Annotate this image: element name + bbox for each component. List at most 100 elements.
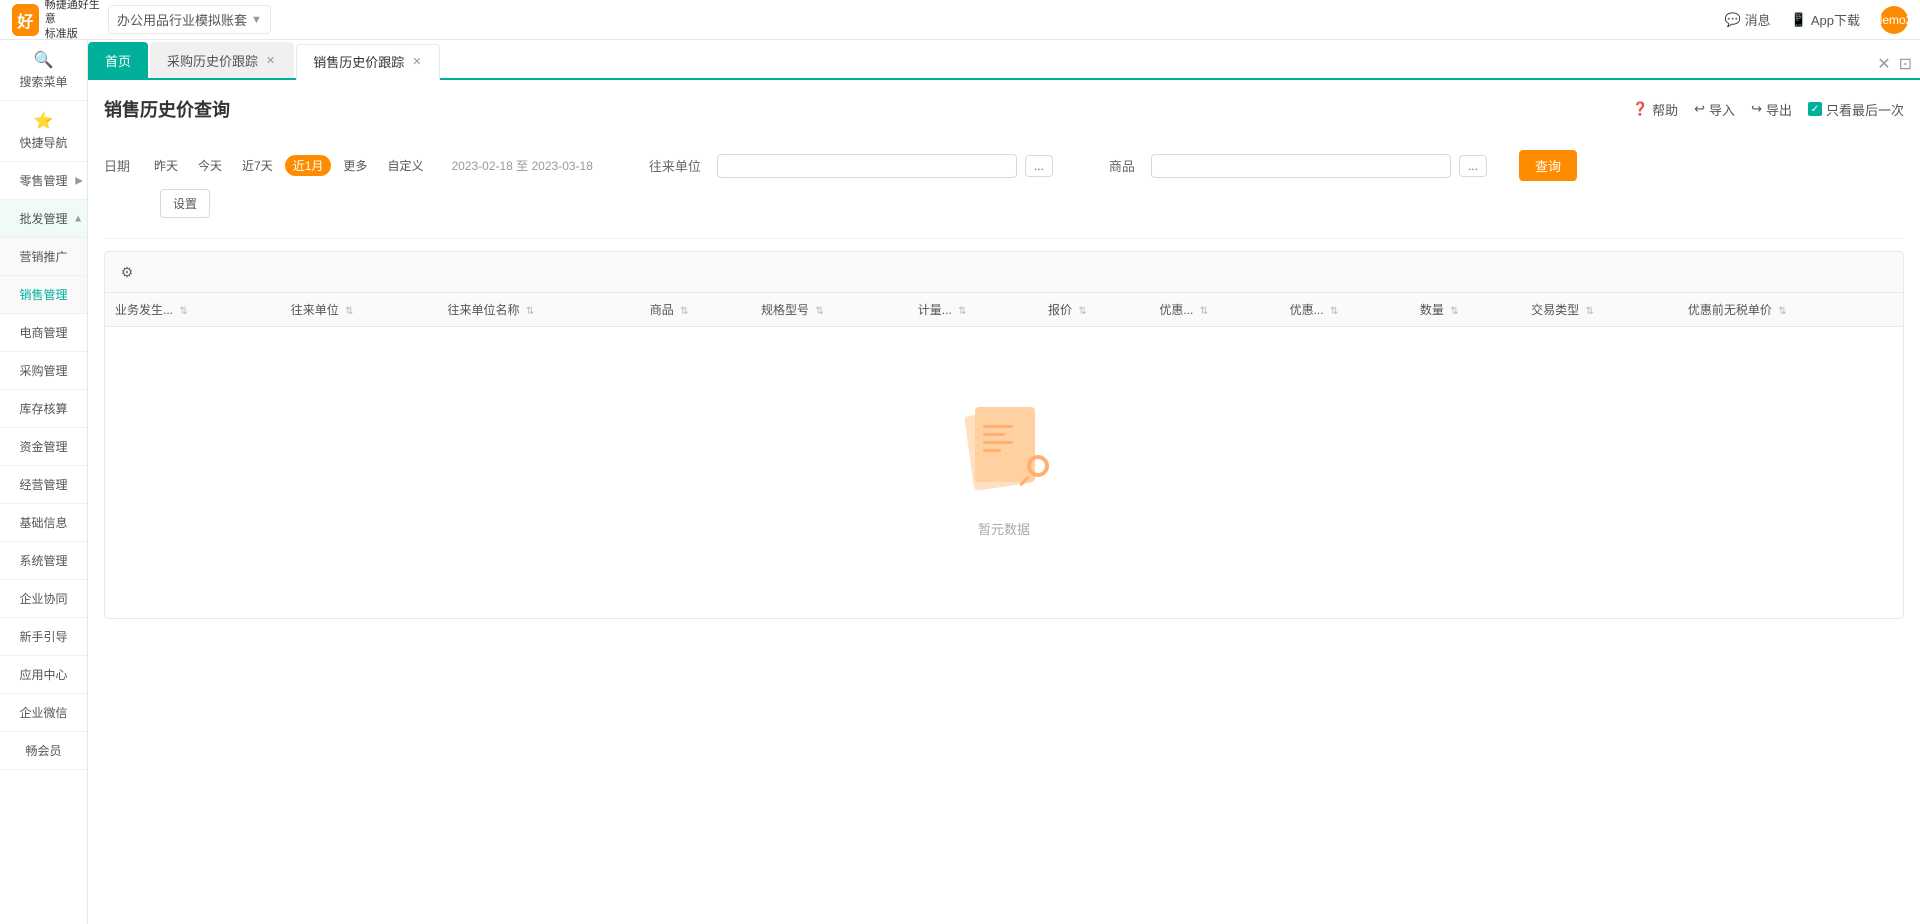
col-partner-name[interactable]: 往来单位名称 ⇅ — [437, 293, 639, 327]
magnifier-icon — [1017, 455, 1049, 487]
date-range-display: 2023-02-18 至 2023-03-18 — [451, 157, 592, 174]
help-btn[interactable]: ❓ 帮助 — [1632, 100, 1678, 119]
partner-input[interactable] — [717, 154, 1017, 178]
partner-filter-label: 往来单位 — [649, 156, 701, 175]
tab-bar-actions: ✕ ⊡ — [1877, 54, 1920, 78]
magnifier-circle — [1027, 455, 1049, 477]
sort-icon: ⇅ — [1450, 306, 1458, 317]
query-button[interactable]: 查询 — [1519, 150, 1577, 181]
close-tab-purchase-icon[interactable]: ✕ — [264, 54, 277, 67]
sidebar-item-member[interactable]: 畅会员 — [0, 732, 87, 770]
sidebar-item-retail[interactable]: 零售管理 ▶ — [0, 162, 87, 200]
sort-icon: ⇅ — [680, 306, 688, 317]
user-avatar-btn[interactable]: demo2 — [1880, 6, 1908, 34]
data-table: 业务发生... ⇅ 往来单位 ⇅ 往来单位名称 ⇅ — [105, 293, 1903, 327]
doc-line-4 — [983, 449, 1001, 452]
doc-line-1 — [983, 425, 1013, 428]
maximize-icon[interactable]: ⊡ — [1899, 54, 1912, 74]
date-opt-last7days[interactable]: 近7天 — [234, 155, 281, 176]
sidebar-item-ecommerce[interactable]: 电商管理 — [0, 314, 87, 352]
close-all-tabs-icon[interactable]: ✕ — [1877, 54, 1890, 74]
sort-icon: ⇅ — [815, 306, 823, 317]
partner-input-group: ... — [717, 154, 1053, 178]
empty-image — [959, 407, 1049, 487]
phone-icon: 📱 — [1791, 12, 1807, 28]
sidebar-item-wechat[interactable]: 企业微信 — [0, 694, 87, 732]
message-icon: 💬 — [1724, 12, 1740, 28]
account-selector[interactable]: 办公用品行业模拟账套 ▼ — [108, 5, 271, 34]
close-tab-sales-icon[interactable]: ✕ — [410, 55, 423, 68]
table-toolbar: ⚙ — [105, 252, 1903, 293]
goods-filter-label: 商品 — [1109, 156, 1135, 175]
sidebar-item-basics[interactable]: 基础信息 — [0, 504, 87, 542]
sidebar-item-marketing[interactable]: 营销推广 — [0, 238, 87, 276]
partner-ellipsis-btn[interactable]: ... — [1025, 155, 1053, 177]
tab-bar: 首页 采购历史价跟踪 ✕ 销售历史价跟踪 ✕ ✕ ⊡ — [88, 40, 1920, 80]
date-opt-custom[interactable]: 自定义 — [379, 155, 431, 176]
sort-icon: ⇅ — [1330, 306, 1338, 317]
empty-text: 暂元数据 — [978, 519, 1030, 538]
logo-icon: 好 — [12, 4, 39, 36]
sidebar-item-newbie[interactable]: 新手引导 — [0, 618, 87, 656]
sidebar-item-search[interactable]: 🔍 搜索菜单 — [0, 40, 87, 101]
date-opt-more[interactable]: 更多 — [335, 155, 375, 176]
empty-illustration — [944, 407, 1064, 507]
date-opt-last1month[interactable]: 近1月 — [285, 155, 332, 176]
sidebar-item-wholesale[interactable]: 批发管理 ▲ — [0, 200, 87, 238]
tab-home[interactable]: 首页 — [88, 42, 148, 78]
sort-icon: ⇅ — [1078, 306, 1086, 317]
sidebar-item-purchase[interactable]: 采购管理 — [0, 352, 87, 390]
message-btn[interactable]: 💬 消息 — [1724, 10, 1770, 29]
export-btn[interactable]: ↪ 导出 — [1751, 100, 1792, 119]
settings-button[interactable]: 设置 — [160, 189, 210, 218]
col-unit[interactable]: 计量... ⇅ — [908, 293, 1038, 327]
tab-purchase-history[interactable]: 采购历史价跟踪 ✕ — [150, 42, 294, 78]
quicknav-icon: ⭐ — [34, 111, 54, 131]
sort-icon: ⇅ — [345, 306, 353, 317]
col-partner-code[interactable]: 往来单位 ⇅ — [281, 293, 438, 327]
col-business-date[interactable]: 业务发生... ⇅ — [105, 293, 281, 327]
date-opt-today[interactable]: 今天 — [190, 155, 230, 176]
col-trade-type[interactable]: 交易类型 ⇅ — [1521, 293, 1678, 327]
sidebar-item-sales[interactable]: 销售管理 — [0, 276, 87, 314]
sidebar-item-system[interactable]: 系统管理 — [0, 542, 87, 580]
goods-input[interactable] — [1151, 154, 1451, 178]
sort-icon: ⇅ — [1778, 306, 1786, 317]
date-filter-label: 日期 — [104, 156, 130, 175]
sidebar-item-appstore[interactable]: 应用中心 — [0, 656, 87, 694]
col-quantity[interactable]: 数量 ⇅ — [1410, 293, 1521, 327]
sidebar-item-enterprise[interactable]: 企业协同 — [0, 580, 87, 618]
chevron-down-icon: ▼ — [251, 14, 262, 26]
doc-line-2 — [983, 433, 1005, 436]
col-spec[interactable]: 规格型号 ⇅ — [751, 293, 908, 327]
checkbox-icon: ✓ — [1808, 102, 1822, 116]
sort-icon: ⇅ — [179, 306, 187, 317]
table-settings-icon[interactable]: ⚙ — [113, 258, 141, 286]
data-table-container: ⚙ 业务发生... ⇅ 往来单位 ⇅ — [104, 251, 1904, 619]
sort-icon: ⇅ — [1586, 306, 1594, 317]
top-right-actions: 💬 消息 📱 App下载 demo2 — [1724, 6, 1908, 34]
only-last-checkbox[interactable]: ✓ 只看最后一次 — [1808, 100, 1904, 119]
col-goods[interactable]: 商品 ⇅ — [640, 293, 751, 327]
goods-ellipsis-btn[interactable]: ... — [1459, 155, 1487, 177]
app-download-btn[interactable]: 📱 App下载 — [1791, 10, 1860, 29]
col-discount1[interactable]: 优惠... ⇅ — [1149, 293, 1279, 327]
import-btn[interactable]: ↩ 导入 — [1694, 100, 1735, 119]
sort-icon: ⇅ — [1200, 306, 1208, 317]
page-header-actions: ❓ 帮助 ↩ 导入 ↪ 导出 ✓ 只看最后一次 — [1632, 100, 1904, 119]
sidebar-item-operation[interactable]: 经营管理 — [0, 466, 87, 504]
magnifier-handle — [1019, 476, 1030, 487]
sidebar: 🔍 搜索菜单 ⭐ 快捷导航 零售管理 ▶ 批发管理 ▲ 营销推广 销售管理 电商… — [0, 40, 88, 924]
page-content: 销售历史价查询 ❓ 帮助 ↩ 导入 ↪ 导出 ✓ — [88, 80, 1920, 924]
filter-area: 日期 昨天 今天 近7天 近1月 更多 自定义 2023-02-18 至 202… — [104, 138, 1904, 239]
sidebar-item-inventory[interactable]: 库存核算 — [0, 390, 87, 428]
sidebar-item-finance[interactable]: 资金管理 — [0, 428, 87, 466]
col-pretax-price[interactable]: 优惠前无税单价 ⇅ — [1678, 293, 1903, 327]
col-discount2[interactable]: 优惠... ⇅ — [1280, 293, 1410, 327]
date-opt-yesterday[interactable]: 昨天 — [146, 155, 186, 176]
sidebar-item-quicknav[interactable]: ⭐ 快捷导航 — [0, 101, 87, 162]
tab-sales-history[interactable]: 销售历史价跟踪 ✕ — [296, 44, 440, 80]
col-price[interactable]: 报价 ⇅ — [1038, 293, 1149, 327]
chevron-down-icon: ▲ — [73, 213, 83, 224]
content-area: 首页 采购历史价跟踪 ✕ 销售历史价跟踪 ✕ ✕ ⊡ 销售历史价查询 — [88, 40, 1920, 924]
